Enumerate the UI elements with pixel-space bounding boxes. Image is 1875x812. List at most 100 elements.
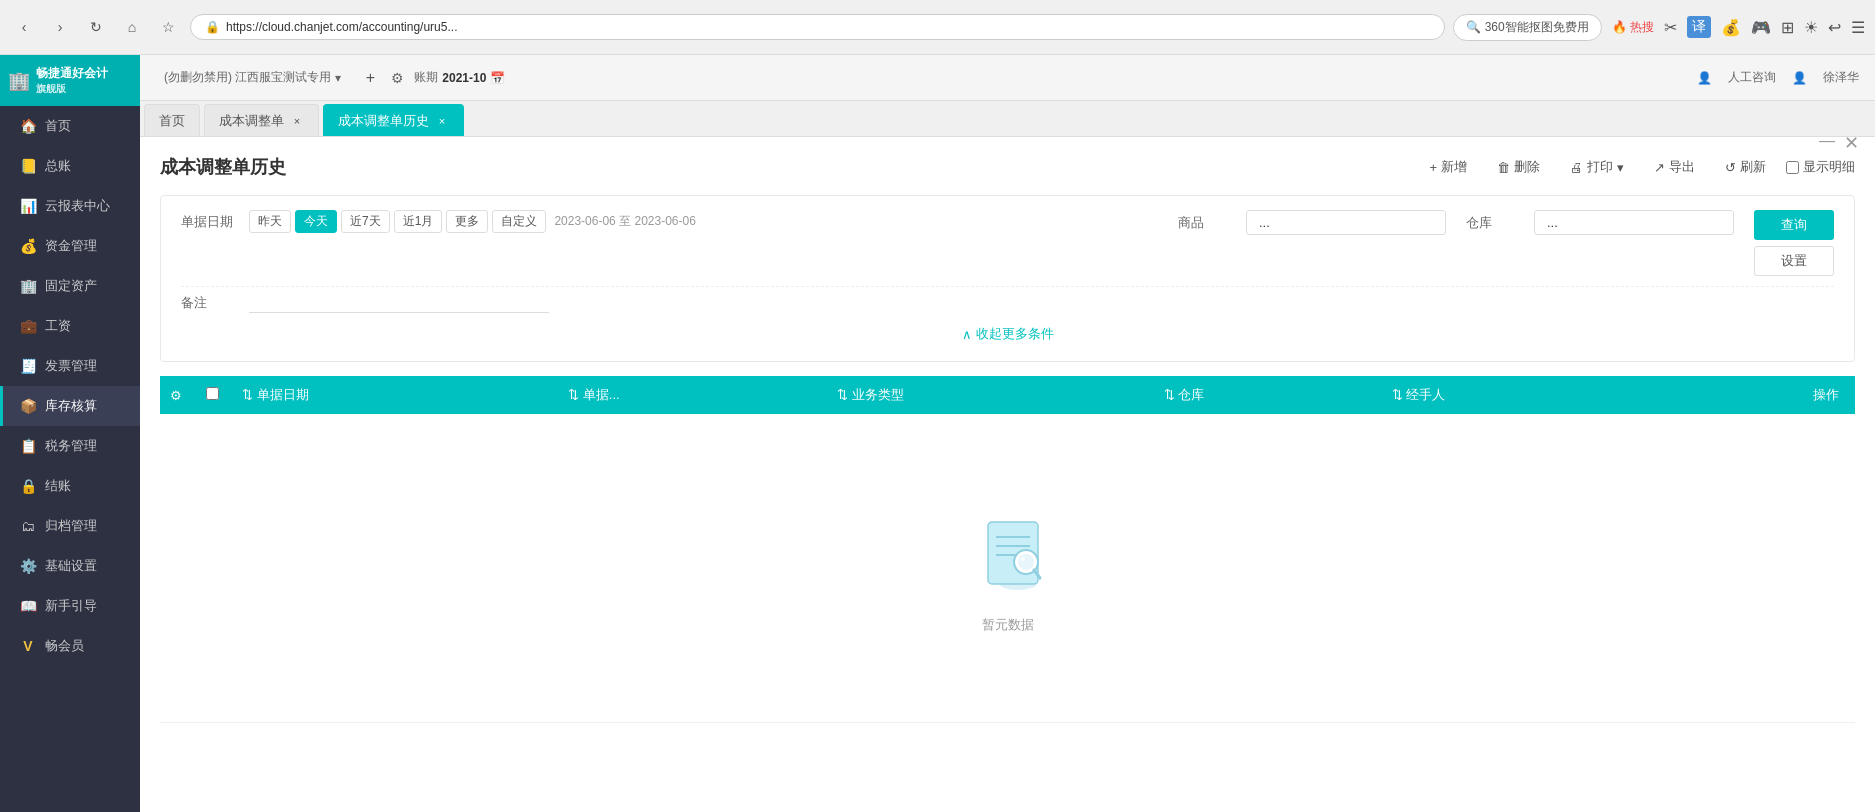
user-name[interactable]: 徐泽华	[1823, 69, 1859, 86]
company-name: (勿删勿禁用) 江西服宝测试专用	[164, 69, 331, 86]
warehouse-filter-btn[interactable]: ...	[1534, 210, 1734, 235]
wallet-icon[interactable]: 💰	[1721, 18, 1741, 37]
user-service-icon: 👤	[1697, 71, 1712, 85]
goods-dots: ...	[1259, 215, 1270, 230]
export-button[interactable]: ↗ 导出	[1644, 153, 1705, 181]
custom-btn[interactable]: 自定义	[492, 210, 546, 233]
search-icon: 🔍	[1466, 20, 1481, 34]
tab-cost-history-close[interactable]: ×	[435, 114, 449, 128]
period-label: 账期 2021-10 📅	[414, 69, 505, 86]
game-icon[interactable]: 🎮	[1751, 18, 1771, 37]
print-icon: 🖨	[1570, 160, 1583, 175]
sidebar-item-guide[interactable]: 📖 新手引导	[0, 586, 140, 626]
sidebar-item-capital-label: 资金管理	[45, 237, 97, 255]
refresh-button[interactable]: ↺ 刷新	[1715, 153, 1776, 181]
fixed-nav-icon: 🏢	[19, 278, 37, 294]
tab-home[interactable]: 首页	[144, 104, 200, 136]
tab-cost-history[interactable]: 成本调整单历史 ×	[323, 104, 464, 136]
remark-filter-label: 备注	[181, 294, 241, 312]
new-button[interactable]: + 新增	[1419, 153, 1477, 181]
translate-icon[interactable]: 译	[1687, 16, 1711, 38]
goods-filter-btn[interactable]: ...	[1246, 210, 1446, 235]
tab-cost-adjustment-close[interactable]: ×	[290, 114, 304, 128]
sidebar-item-fixed[interactable]: 🏢 固定资产	[0, 266, 140, 306]
setting-button[interactable]: 设置	[1754, 246, 1834, 276]
minimize-button[interactable]: —	[1819, 132, 1835, 150]
sidebar-item-home[interactable]: 🏠 首页	[0, 106, 140, 146]
user-service-label[interactable]: 人工咨询	[1728, 69, 1776, 86]
th-operator-label: ⇅ 经手人	[1392, 387, 1446, 402]
sidebar-item-tax[interactable]: 📋 税务管理	[0, 426, 140, 466]
sidebar-item-inventory[interactable]: 📦 库存核算	[0, 386, 140, 426]
sidebar-item-payroll-label: 工资	[45, 317, 71, 335]
scissors-icon[interactable]: ✂	[1664, 18, 1677, 37]
remark-filter-input[interactable]	[249, 293, 549, 313]
more-btn[interactable]: 更多	[446, 210, 488, 233]
select-all-checkbox[interactable]	[206, 387, 219, 400]
display-detail-checkbox[interactable]: 显示明细	[1786, 158, 1855, 176]
th-checkbox[interactable]	[196, 376, 232, 414]
company-selector[interactable]: (勿删勿禁用) 江西服宝测试专用 ▾	[156, 65, 349, 90]
query-setting-group: 查询 设置	[1754, 210, 1834, 276]
sidebar-item-archive-label: 归档管理	[45, 517, 97, 535]
undo-icon[interactable]: ↩	[1828, 18, 1841, 37]
bookmark-button[interactable]: ☆	[154, 13, 182, 41]
url-text: https://cloud.chanjet.com/accounting/uru…	[226, 20, 457, 34]
top-bar-right: 👤 人工咨询 👤 徐泽华	[1697, 69, 1859, 86]
content-area: (勿删勿禁用) 江西服宝测试专用 ▾ + ⚙ 账期 2021-10 📅 👤 人工…	[140, 55, 1875, 812]
menu-icon[interactable]: ☰	[1851, 18, 1865, 37]
page-title: 成本调整单历史	[160, 155, 286, 179]
settings-nav-icon: ⚙️	[19, 558, 37, 574]
th-biz-type[interactable]: ⇅ 业务类型	[827, 376, 1153, 414]
sidebar-item-report[interactable]: 📊 云报表中心	[0, 186, 140, 226]
month1-btn[interactable]: 近1月	[394, 210, 443, 233]
th-warehouse[interactable]: ⇅ 仓库	[1154, 376, 1382, 414]
th-settings[interactable]: ⚙	[160, 376, 196, 414]
th-action: 操作	[1659, 376, 1855, 414]
th-voucher[interactable]: ⇅ 单据...	[558, 376, 827, 414]
main-sidebar: 🏢 畅捷通好会计 旗舰版 🏠 首页 📒 总账 📊 云报表中心 💰 资金管理 🏢 …	[0, 55, 140, 812]
refresh-button[interactable]: ↻	[82, 13, 110, 41]
sidebar-item-invoice[interactable]: 🧾 发票管理	[0, 346, 140, 386]
collapse-button[interactable]: ∧ 收起更多条件	[962, 321, 1054, 347]
today-btn[interactable]: 今天	[295, 210, 337, 233]
date-to: 2023-06-06	[634, 214, 695, 228]
forward-button[interactable]: ›	[46, 13, 74, 41]
grid-icon[interactable]: ⊞	[1781, 18, 1794, 37]
sidebar-item-payroll[interactable]: 💼 工资	[0, 306, 140, 346]
sidebar-logo: 🏢 畅捷通好会计 旗舰版	[0, 55, 140, 106]
th-operator[interactable]: ⇅ 经手人	[1382, 376, 1659, 414]
th-date[interactable]: ⇅ 单据日期	[232, 376, 558, 414]
sidebar-item-ledger[interactable]: 📒 总账	[0, 146, 140, 186]
table-header-row: ⚙ ⇅ 单据日期 ⇅ 单据... ⇅ 业务类型	[160, 376, 1855, 414]
company-dropdown-icon: ▾	[335, 71, 341, 85]
calendar-icon[interactable]: 📅	[490, 71, 505, 85]
yesterday-btn[interactable]: 昨天	[249, 210, 291, 233]
brightness-icon[interactable]: ☀	[1804, 18, 1818, 37]
home-button[interactable]: ⌂	[118, 13, 146, 41]
print-button[interactable]: 🖨 打印 ▾	[1560, 153, 1634, 181]
search-bar[interactable]: 🔍 360智能抠图免费用	[1453, 14, 1602, 41]
close-window-button[interactable]: ✕	[1844, 132, 1859, 154]
sidebar-item-capital[interactable]: 💰 资金管理	[0, 226, 140, 266]
back-button[interactable]: ‹	[10, 13, 38, 41]
tab-cost-adjustment[interactable]: 成本调整单 ×	[204, 104, 319, 136]
settings-icon[interactable]: ⚙	[391, 70, 404, 86]
add-tab-button[interactable]: +	[359, 67, 381, 89]
address-bar[interactable]: 🔒 https://cloud.chanjet.com/accounting/u…	[190, 14, 1445, 40]
sidebar-item-guide-label: 新手引导	[45, 597, 97, 615]
logo-icon: 🏢	[8, 70, 30, 92]
week7-btn[interactable]: 近7天	[341, 210, 390, 233]
sidebar-item-ledger-label: 总账	[45, 157, 71, 175]
display-detail-input[interactable]	[1786, 161, 1799, 174]
delete-button[interactable]: 🗑 删除	[1487, 153, 1550, 181]
sidebar-item-settings[interactable]: ⚙️ 基础设置	[0, 546, 140, 586]
member-nav-icon: V	[19, 638, 37, 654]
sidebar-item-close-accounts[interactable]: 🔒 结账	[0, 466, 140, 506]
export-icon: ↗	[1654, 160, 1665, 175]
query-button[interactable]: 查询	[1754, 210, 1834, 240]
th-date-label: ⇅ 单据日期	[242, 387, 309, 402]
sidebar-item-member[interactable]: V 畅会员	[0, 626, 140, 666]
sidebar-item-archive[interactable]: 🗂 归档管理	[0, 506, 140, 546]
new-icon: +	[1429, 160, 1437, 175]
